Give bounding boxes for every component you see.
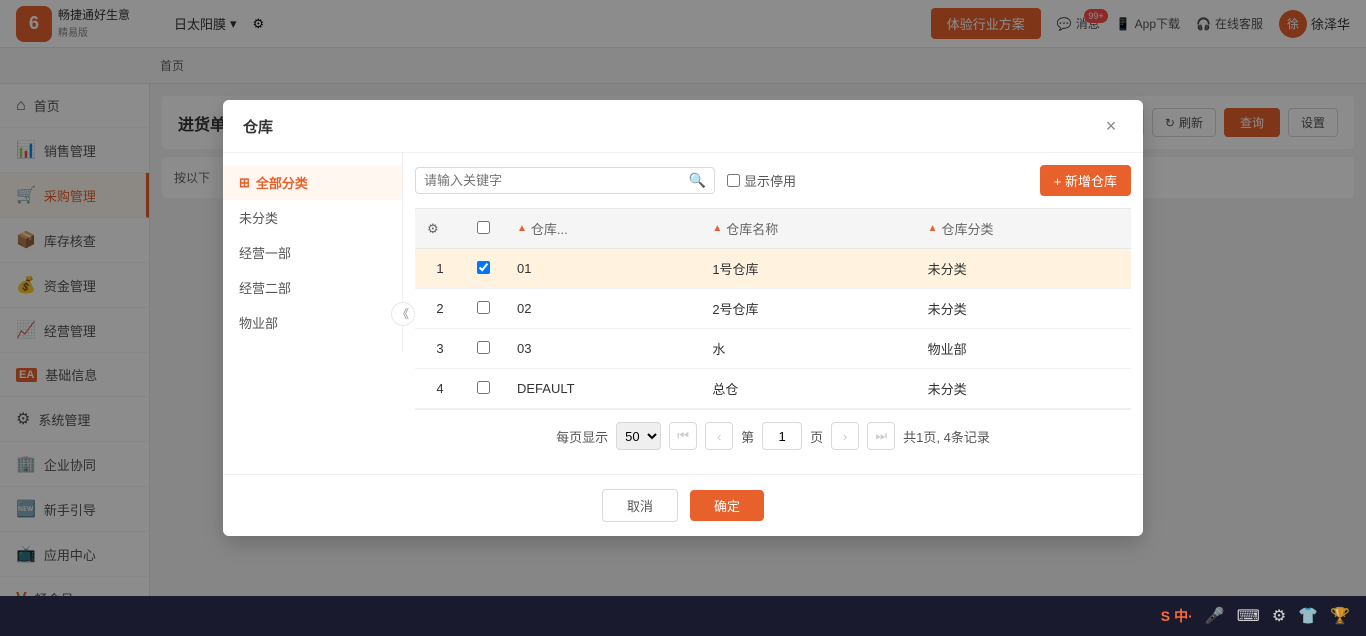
show-disabled-checkbox[interactable]	[727, 174, 740, 187]
th-code: ▲ 仓库...	[505, 209, 700, 249]
mic-icon[interactable]: 🎤	[1205, 606, 1225, 626]
category-collapse-button[interactable]: 《	[391, 302, 415, 326]
category-panel-wrap: ⊞ 全部分类 未分类 经营一部 经营二部 物业部	[223, 153, 403, 474]
sort-icon-code: ▲	[517, 223, 527, 234]
confirm-button[interactable]: 确定	[690, 490, 764, 521]
modal-header: 仓库 ×	[223, 100, 1143, 153]
row-checkbox-cell	[465, 369, 505, 409]
row-code: 01	[505, 249, 700, 289]
sort-icon-category: ▲	[928, 223, 938, 234]
page-unit: 页	[810, 427, 823, 446]
page-label: 第	[741, 427, 754, 446]
select-all-checkbox[interactable]	[477, 221, 490, 234]
modal-overlay: 仓库 × ⊞ 全部分类 未分类 经营一部	[0, 0, 1366, 636]
table-body: 1 01 1号仓库 未分类 2 02 2号仓库 未分类 3 03 水 物业部 4…	[415, 249, 1131, 409]
page-next-button[interactable]: ›	[831, 422, 859, 450]
new-warehouse-button[interactable]: + 新增仓库	[1040, 165, 1131, 196]
row-num: 3	[415, 329, 465, 369]
modal-footer: 取消 确定	[223, 474, 1143, 536]
row-code: DEFAULT	[505, 369, 700, 409]
trophy-icon[interactable]: 🏆	[1330, 606, 1350, 626]
sort-icon-name: ▲	[712, 223, 722, 234]
row-name: 1号仓库	[700, 249, 915, 289]
row-category: 未分类	[916, 369, 1131, 409]
table-header: ⚙ ▲ 仓库...	[415, 209, 1131, 249]
category-item-unclassified[interactable]: 未分类	[223, 200, 402, 235]
search-icon[interactable]: 🔍	[689, 172, 706, 189]
cancel-button[interactable]: 取消	[602, 489, 678, 522]
th-checkbox	[465, 209, 505, 249]
row-checkbox-cell	[465, 289, 505, 329]
table-container: ⚙ ▲ 仓库...	[415, 208, 1131, 409]
warehouse-table: ⚙ ▲ 仓库...	[415, 208, 1131, 409]
modal-body: ⊞ 全部分类 未分类 经营一部 经营二部 物业部	[223, 153, 1143, 474]
table-row[interactable]: 2 02 2号仓库 未分类	[415, 289, 1131, 329]
row-checkbox[interactable]	[477, 381, 490, 394]
table-panel: 🔍 显示停用 + 新增仓库	[403, 153, 1143, 474]
row-num: 4	[415, 369, 465, 409]
grid-icon: ⊞	[239, 175, 250, 191]
row-category: 物业部	[916, 329, 1131, 369]
shirt-icon[interactable]: 👕	[1298, 606, 1318, 626]
th-name: ▲ 仓库名称	[700, 209, 915, 249]
warehouse-modal: 仓库 × ⊞ 全部分类 未分类 经营一部	[223, 100, 1143, 536]
per-page-select[interactable]: 50	[616, 422, 661, 450]
pagination: 每页显示 50 ⏮ ‹ 第 页 › ⏭ 共1页, 4条记录	[415, 409, 1131, 462]
row-num: 2	[415, 289, 465, 329]
settings-icon[interactable]: ⚙	[1272, 606, 1286, 626]
th-gear: ⚙	[415, 209, 465, 249]
row-checkbox[interactable]	[477, 341, 490, 354]
total-info: 共1页, 4条记录	[903, 427, 990, 446]
category-panel: ⊞ 全部分类 未分类 经营一部 经营二部 物业部	[223, 153, 403, 352]
page-prev-button[interactable]: ‹	[705, 422, 733, 450]
table-row[interactable]: 4 DEFAULT 总仓 未分类	[415, 369, 1131, 409]
row-checkbox[interactable]	[477, 261, 490, 274]
modal-close-button[interactable]: ×	[1099, 114, 1123, 138]
row-num: 1	[415, 249, 465, 289]
row-name: 总仓	[700, 369, 915, 409]
row-category: 未分类	[916, 289, 1131, 329]
row-category: 未分类	[916, 249, 1131, 289]
table-toolbar: 🔍 显示停用 + 新增仓库	[415, 165, 1131, 196]
page-last-button[interactable]: ⏭	[867, 422, 895, 450]
keyboard-icon[interactable]: ⌨	[1237, 606, 1260, 626]
category-all-label: 全部分类	[256, 173, 308, 192]
row-checkbox[interactable]	[477, 301, 490, 314]
category-item-property[interactable]: 物业部	[223, 305, 402, 340]
row-code: 03	[505, 329, 700, 369]
table-row[interactable]: 3 03 水 物业部	[415, 329, 1131, 369]
category-item-ops2[interactable]: 经营二部	[223, 270, 402, 305]
search-box: 🔍	[415, 167, 715, 194]
modal-title: 仓库	[243, 116, 273, 137]
row-code: 02	[505, 289, 700, 329]
show-disabled-label: 显示停用	[727, 171, 796, 190]
page-first-button[interactable]: ⏮	[669, 422, 697, 450]
row-checkbox-cell	[465, 249, 505, 289]
row-checkbox-cell	[465, 329, 505, 369]
bottom-bar: S 中· 🎤 ⌨ ⚙ 👕 🏆	[0, 596, 1366, 636]
row-name: 2号仓库	[700, 289, 915, 329]
per-page-label: 每页显示	[556, 427, 608, 446]
category-all-item[interactable]: ⊞ 全部分类	[223, 165, 402, 200]
table-row[interactable]: 1 01 1号仓库 未分类	[415, 249, 1131, 289]
row-name: 水	[700, 329, 915, 369]
category-item-ops1[interactable]: 经营一部	[223, 235, 402, 270]
search-input[interactable]	[424, 173, 689, 188]
page-number-input[interactable]	[762, 422, 802, 450]
th-category: ▲ 仓库分类	[916, 209, 1131, 249]
bottom-logo: S 中·	[1161, 606, 1193, 626]
